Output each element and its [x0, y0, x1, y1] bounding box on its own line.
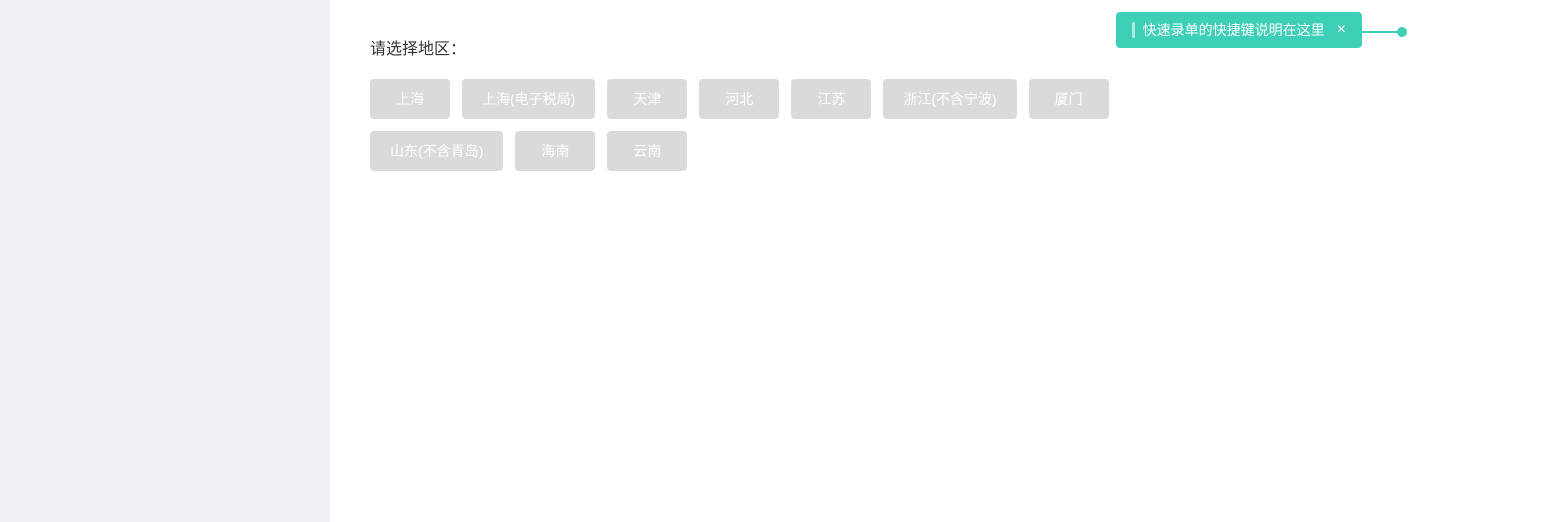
region-btn-tianjin[interactable]: 天津 — [607, 79, 687, 119]
region-btn-yunnan[interactable]: 云南 — [607, 131, 687, 171]
region-row-1: 上海 上海(电子税局) 天津 河北 江苏 浙江(不含宁波) 厦门 — [370, 79, 1522, 119]
region-btn-xiamen[interactable]: 厦门 — [1029, 79, 1109, 119]
dot-line — [1362, 31, 1402, 33]
region-btn-hainan[interactable]: 海南 — [515, 131, 595, 171]
tooltip-banner: 快速录单的快捷键说明在这里 × — [1116, 12, 1362, 48]
region-btn-zhejiang[interactable]: 浙江(不含宁波) — [883, 79, 1016, 119]
tooltip-close-button[interactable]: × — [1337, 22, 1346, 38]
region-btn-jiangsu[interactable]: 江苏 — [791, 79, 871, 119]
region-btn-shanghai[interactable]: 上海 — [370, 79, 450, 119]
region-btn-hebei[interactable]: 河北 — [699, 79, 779, 119]
tooltip-text: 快速录单的快捷键说明在这里 — [1143, 20, 1325, 40]
region-btn-shandong[interactable]: 山东(不含青岛) — [370, 131, 503, 171]
region-row-2: 山东(不含青岛) 海南 云南 — [370, 131, 1522, 171]
tooltip-left-bar — [1132, 22, 1135, 38]
region-btn-shanghai-etax[interactable]: 上海(电子税局) — [462, 79, 595, 119]
left-sidebar — [0, 0, 330, 522]
dot-connector — [1397, 27, 1407, 37]
main-content: 请选择地区： 上海 上海(电子税局) 天津 河北 江苏 浙江(不含宁波) 厦门 … — [330, 0, 1562, 522]
